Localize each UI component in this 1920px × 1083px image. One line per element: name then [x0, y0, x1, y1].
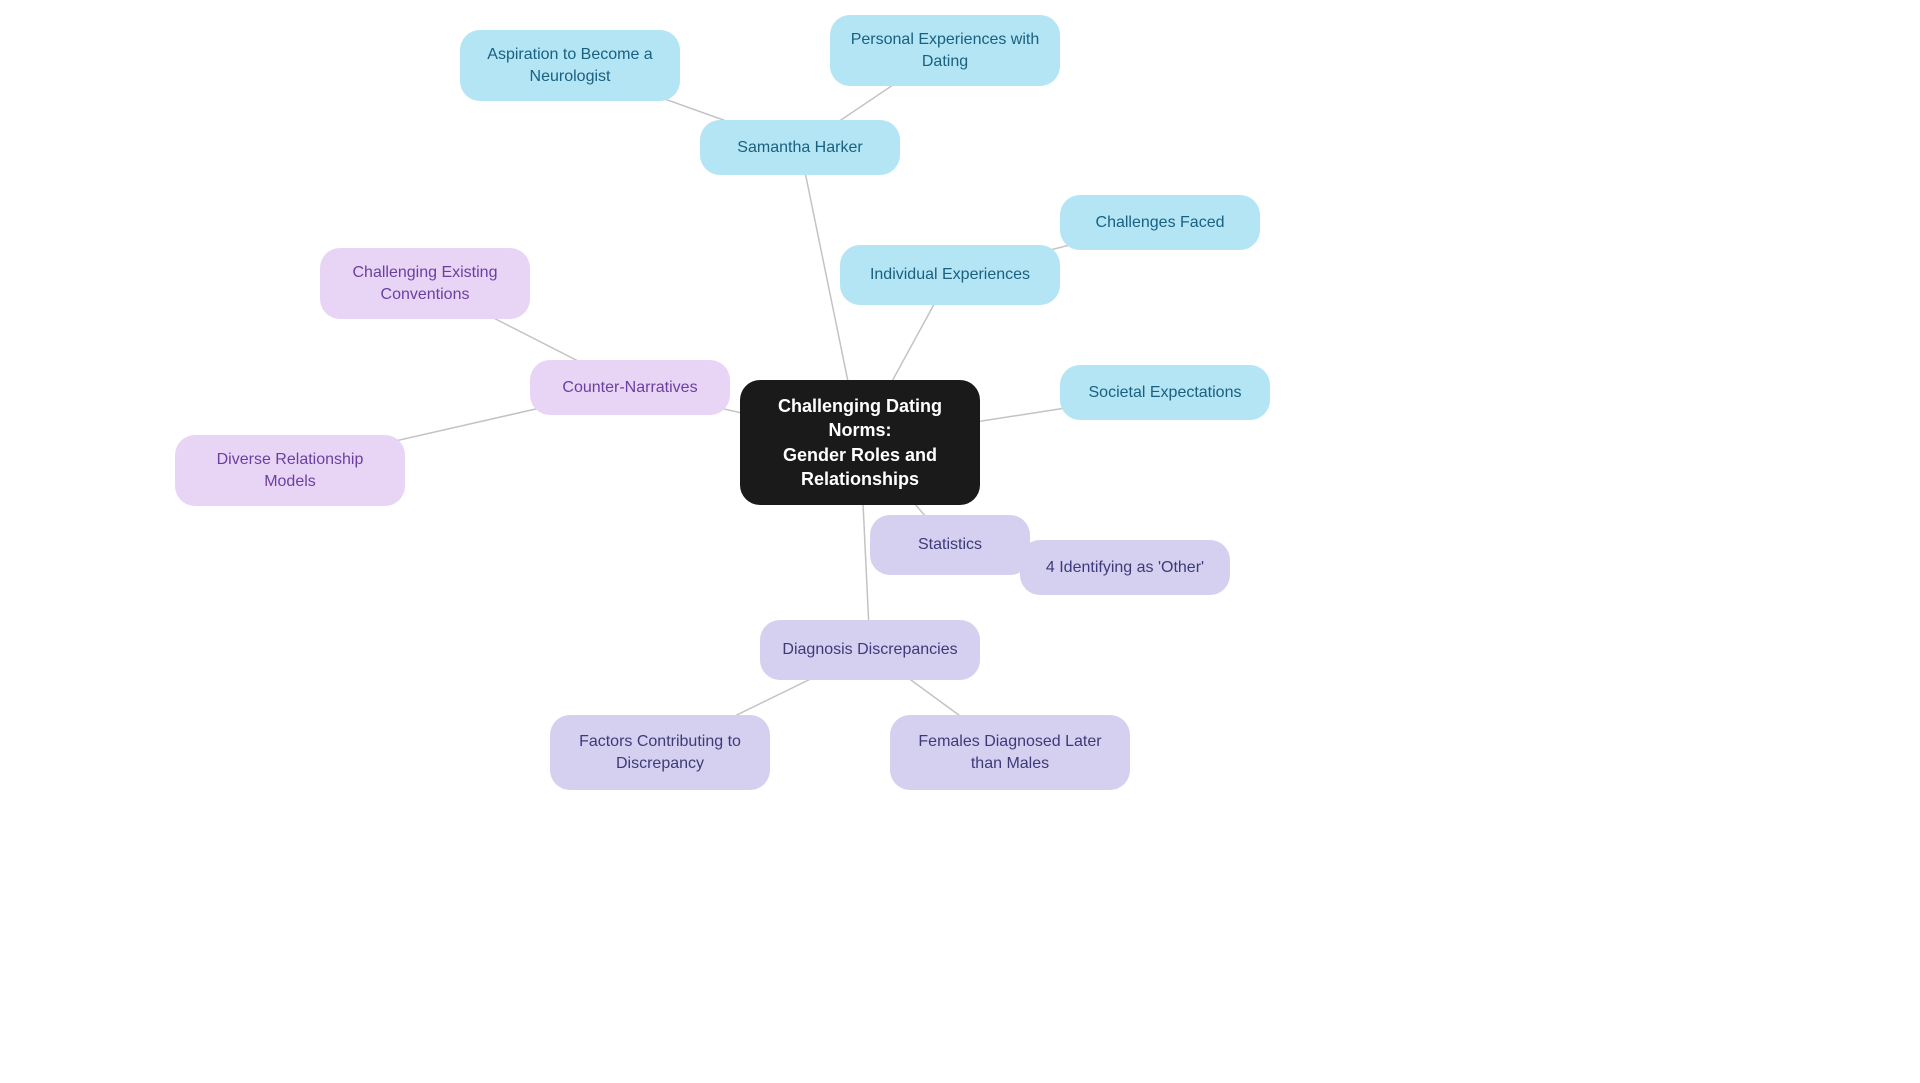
- node-samantha[interactable]: Samantha Harker: [700, 120, 900, 175]
- node-challenging-conventions[interactable]: Challenging Existing Conventions: [320, 248, 530, 319]
- aspiration-label: Aspiration to Become a Neurologist: [480, 44, 660, 87]
- personal-experiences-label: Personal Experiences with Dating: [850, 29, 1040, 72]
- node-counter-narratives[interactable]: Counter-Narratives: [530, 360, 730, 415]
- node-four-identifying[interactable]: 4 Identifying as 'Other': [1020, 540, 1230, 595]
- node-individual-experiences[interactable]: Individual Experiences: [840, 245, 1060, 305]
- counter-narratives-label: Counter-Narratives: [562, 377, 697, 399]
- individual-experiences-label: Individual Experiences: [870, 264, 1030, 286]
- node-aspiration[interactable]: Aspiration to Become a Neurologist: [460, 30, 680, 101]
- societal-expectations-label: Societal Expectations: [1089, 382, 1242, 404]
- node-personal-experiences[interactable]: Personal Experiences with Dating: [830, 15, 1060, 86]
- node-challenges-faced[interactable]: Challenges Faced: [1060, 195, 1260, 250]
- factors-contributing-label: Factors Contributing to Discrepancy: [570, 731, 750, 774]
- females-diagnosed-label: Females Diagnosed Later than Males: [910, 731, 1110, 774]
- samantha-label: Samantha Harker: [737, 137, 862, 159]
- node-diagnosis-discrepancies[interactable]: Diagnosis Discrepancies: [760, 620, 980, 680]
- center-label: Challenging Dating Norms: Gender Roles a…: [760, 394, 960, 491]
- statistics-label: Statistics: [918, 534, 982, 556]
- node-societal-expectations[interactable]: Societal Expectations: [1060, 365, 1270, 420]
- node-diverse-relationship[interactable]: Diverse Relationship Models: [175, 435, 405, 506]
- node-females-diagnosed[interactable]: Females Diagnosed Later than Males: [890, 715, 1130, 790]
- node-statistics[interactable]: Statistics: [870, 515, 1030, 575]
- four-identifying-label: 4 Identifying as 'Other': [1046, 557, 1204, 579]
- diagnosis-discrepancies-label: Diagnosis Discrepancies: [782, 639, 957, 661]
- node-factors-contributing[interactable]: Factors Contributing to Discrepancy: [550, 715, 770, 790]
- challenges-faced-label: Challenges Faced: [1096, 212, 1225, 234]
- diverse-relationship-label: Diverse Relationship Models: [195, 449, 385, 492]
- challenging-conventions-label: Challenging Existing Conventions: [340, 262, 510, 305]
- center-node[interactable]: Challenging Dating Norms: Gender Roles a…: [740, 380, 980, 505]
